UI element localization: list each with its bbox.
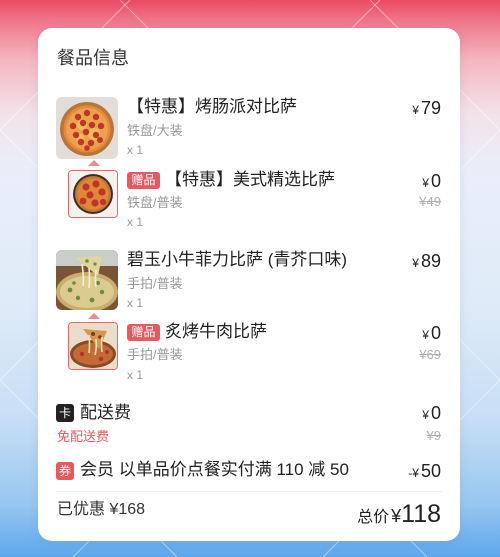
price-amount: 0 [430,323,441,343]
section-title: 餐品信息 [57,48,129,68]
total-price: 总价 ¥ 118 [357,499,441,533]
coupon-label: 会员 以单品价点餐实付满 110 减 50 [80,460,349,479]
gift-original-price: ¥69 [419,347,441,362]
wasabi-beef-pizza-image [56,250,118,310]
currency-symbol: ¥ [412,256,419,270]
total-label: 总价 [357,509,390,526]
gift-badge: 赠品 [127,172,160,189]
currency-symbol: ¥ [412,103,419,117]
card-icon: 卡 [56,404,74,422]
item-name: 碧玉小牛菲力比萨 (青芥口味) [127,250,348,269]
gift-price: ¥ 0 [422,322,441,346]
gift-item: 赠品 【特惠】美式精选比萨 ¥ 0 铁盘/普装 ¥49 x 1 [38,160,460,230]
delivery-original-price: ¥9 [426,428,441,443]
price-amount: 89 [420,251,441,271]
gift-item: 赠品 炙烤牛肉比萨 ¥ 0 手拍/普装 ¥69 x 1 [38,313,460,383]
pepperoni-pizza-image [56,97,118,159]
currency-symbol: ¥ [422,176,429,190]
discount-amount: 50 [420,461,441,481]
gift-badge: 赠品 [127,324,160,341]
item-spec: 手拍/普装 [127,276,183,291]
gift-spec: 手拍/普装 [127,347,183,362]
item-price: ¥ 79 [412,97,441,121]
gift-quantity: x 1 [127,215,144,229]
gift-name: 【特惠】美式精选比萨 [165,170,335,189]
delivery-fee-price: ¥ 0 [422,402,441,426]
total-amount: 118 [401,500,441,528]
price-amount: 0 [430,403,441,423]
gift-quantity: x 1 [127,368,144,382]
currency-symbol: ¥ [422,408,429,422]
coupon-amount: -¥ 50 [408,460,441,484]
divider [56,491,442,492]
order-screen: 餐品信息 【特惠】烤肠派对比萨 ¥ 79 铁盘/大装 x 1 赠品 【特惠】美式… [0,0,500,557]
coupon-icon: 券 [56,462,74,480]
item-quantity: x 1 [127,143,144,157]
item-name: 【特惠】烤肠派对比萨 [127,97,297,116]
item-price: ¥ 89 [412,250,441,274]
price-amount: 79 [420,98,441,118]
coupon-row: 券 会员 以单品价点餐实付满 110 减 50 -¥ 50 [38,460,460,482]
delivery-fee-row: 卡 配送费 ¥ 0 免配送费 ¥9 [38,402,460,447]
order-info-card: 餐品信息 【特惠】烤肠派对比萨 ¥ 79 铁盘/大装 x 1 赠品 【特惠】美式… [38,28,460,541]
order-summary: 已优惠 ¥168 总价 ¥ 118 [38,491,460,531]
roast-beef-pizza-image [68,322,118,370]
gift-price: ¥ 0 [422,170,441,194]
gift-pointer [88,313,100,319]
gift-name: 炙烤牛肉比萨 [165,322,267,341]
price-amount: 0 [430,171,441,191]
order-item: 碧玉小牛菲力比萨 (青芥口味) ¥ 89 手拍/普装 x 1 [38,250,460,312]
gift-pointer [88,160,100,166]
gift-pizza-image [68,170,118,218]
currency-symbol: ¥ [391,506,402,526]
item-quantity: x 1 [127,296,144,310]
gift-spec: 铁盘/普装 [127,195,183,210]
delivery-fee-label: 配送费 [80,403,131,422]
gift-original-price: ¥49 [419,194,441,209]
order-item: 【特惠】烤肠派对比萨 ¥ 79 铁盘/大装 x 1 [38,97,460,159]
total-discount: 已优惠 ¥168 [57,501,146,518]
item-spec: 铁盘/大装 [127,123,183,138]
free-delivery-note: 免配送费 [57,429,110,444]
discount-prefix: -¥ [408,466,419,480]
currency-symbol: ¥ [422,328,429,342]
